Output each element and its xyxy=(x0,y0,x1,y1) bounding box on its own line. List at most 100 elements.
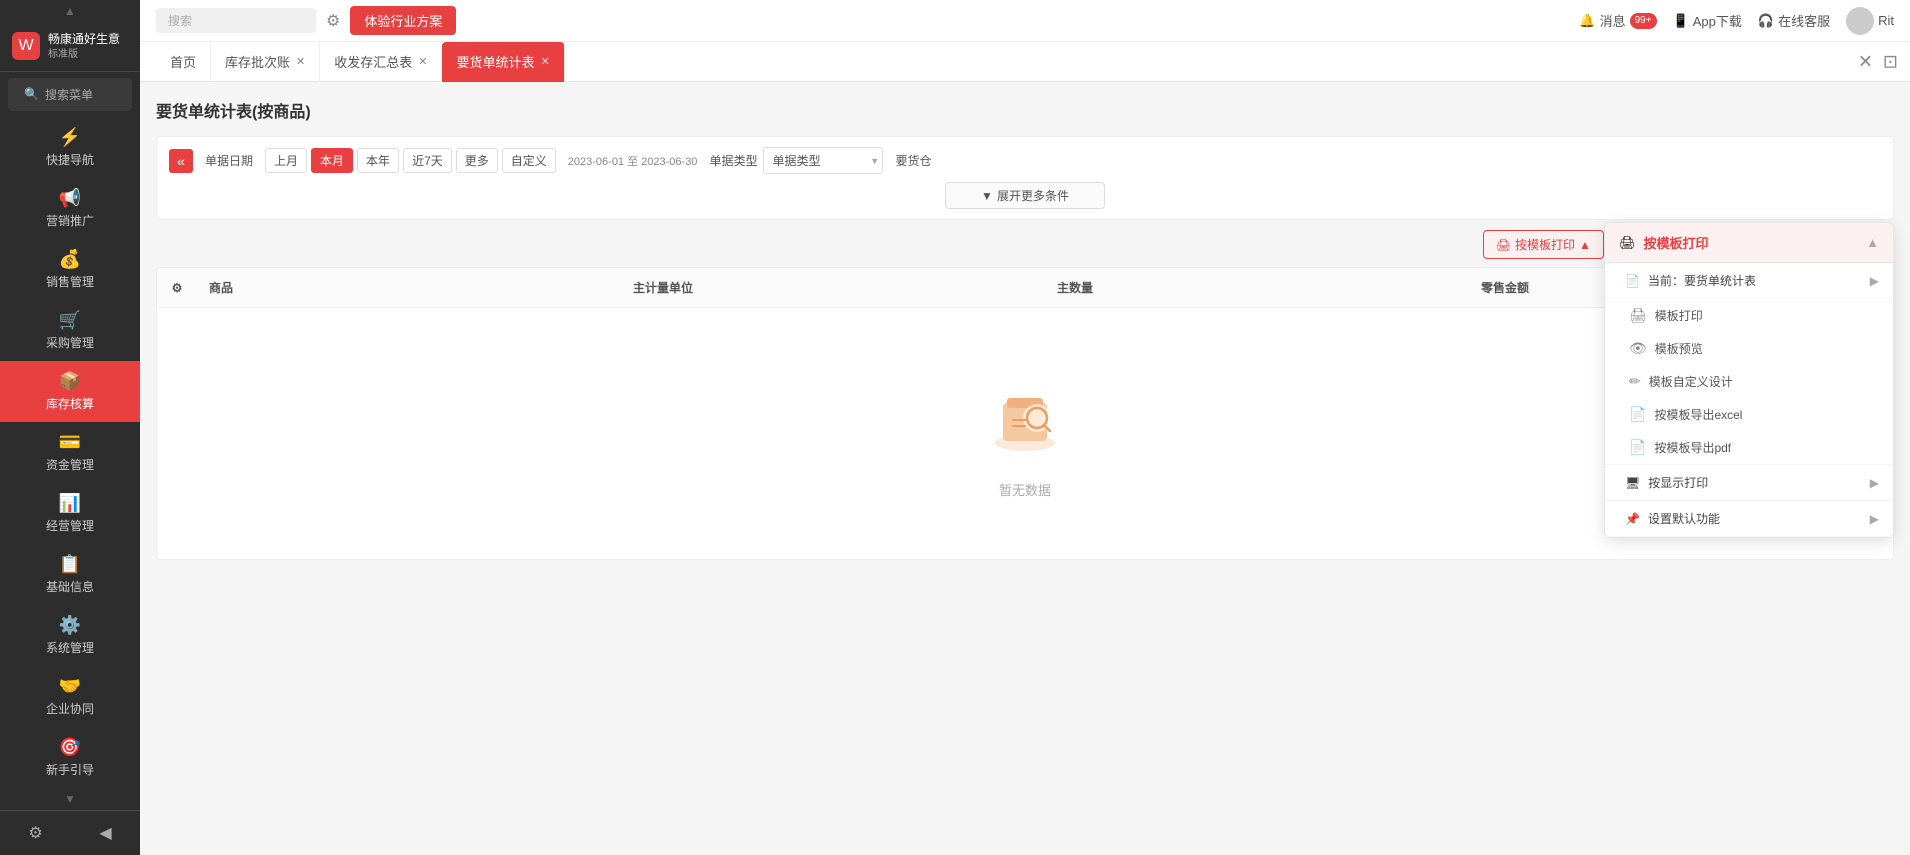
sidebar-scroll-down[interactable]: ▼ xyxy=(0,788,140,810)
dropdown-title: 按模板打印 xyxy=(1644,233,1709,252)
tabbar: 首页 库存批次账 ✕ 收发存汇总表 ✕ 要货单统计表 ✕ ✕ ⊡ xyxy=(140,42,1910,82)
doc-icon: 📄 xyxy=(1625,274,1640,288)
sidebar-item-basic[interactable]: 📋 基础信息 xyxy=(0,544,140,605)
template-preview-icon: 👁 xyxy=(1629,340,1647,357)
date-btn-this-month[interactable]: 本月 xyxy=(311,148,353,173)
sidebar-collapse-btn[interactable]: ◀ xyxy=(95,819,115,847)
sidebar-item-marketing[interactable]: 📢 营销推广 xyxy=(0,178,140,239)
tabbar-actions: ✕ ⊡ xyxy=(1858,51,1898,72)
tab-close-all-icon[interactable]: ✕ xyxy=(1858,51,1873,72)
template-design-icon: ✏ xyxy=(1629,373,1641,390)
sidebar-item-enterprise[interactable]: 🤝 企业协同 xyxy=(0,666,140,727)
topbar-search-box[interactable]: 搜索 xyxy=(156,8,316,33)
chevron-display-print: ▶ xyxy=(1870,476,1879,490)
purchase-icon: 🛒 xyxy=(59,310,81,331)
export-excel-icon: 📄 xyxy=(1629,406,1646,423)
enterprise-icon: 🤝 xyxy=(59,676,81,697)
sidebar-item-quick-nav[interactable]: ⚡ 快捷导航 xyxy=(0,117,140,178)
app-logo-text: 畅康通好生意 标准版 xyxy=(48,32,120,61)
print-template-dropdown: 🖨 按模板打印 ▲ 📄 当前：要货单统计表 ▶ 🖨 xyxy=(1604,222,1894,538)
chevron-right-icon: ▶ xyxy=(1870,274,1879,288)
dropdown-item-export-excel[interactable]: 📄 按模板导出excel xyxy=(1605,398,1893,431)
tab-receipt-summary[interactable]: 收发存汇总表 ✕ xyxy=(320,42,442,82)
dropdown-chevron-up[interactable]: ▲ xyxy=(1866,235,1879,250)
date-btn-this-year[interactable]: 本年 xyxy=(357,148,399,173)
print-template-btn[interactable]: 🖨 按模板打印 ▲ xyxy=(1483,230,1604,259)
bell-icon: 🔔 xyxy=(1579,13,1595,29)
tab-home[interactable]: 首页 xyxy=(156,42,211,82)
filter-row-1: « 单据日期 上月 本月 本年 近7天 更多 自定义 2023-06-01 至 … xyxy=(169,147,1881,174)
sidebar-item-newbie[interactable]: 🎯 新手引导 xyxy=(0,727,140,788)
user-avatar-area[interactable]: Rit xyxy=(1846,7,1894,35)
display-print-icon: 🖥 xyxy=(1625,476,1640,490)
expand-icon: ▼ xyxy=(981,189,993,203)
tab-close-order-stats[interactable]: ✕ xyxy=(541,55,550,68)
th-gear[interactable]: ⚙ xyxy=(157,281,197,295)
main-area: 搜索 ⚙ 体验行业方案 🔔 消息 99+ 📱 App下载 🎧 在线客服 Rit xyxy=(140,0,1910,855)
chevron-default: ▶ xyxy=(1870,512,1879,526)
notification-btn[interactable]: 🔔 消息 99+ xyxy=(1579,11,1656,30)
tab-expand-icon[interactable]: ⊡ xyxy=(1883,51,1898,72)
dropdown-default-item[interactable]: 📌 设置默认功能 ▶ xyxy=(1605,501,1893,536)
sidebar-item-inventory[interactable]: 📦 库存核算 xyxy=(0,361,140,422)
type-select-wrapper: 单据类型 xyxy=(763,147,883,174)
dropdown-item-template-print[interactable]: 🖨 模板打印 xyxy=(1605,299,1893,332)
date-btn-more[interactable]: 更多 xyxy=(456,148,498,173)
filter-expand-btn[interactable]: ▼ 展开更多条件 xyxy=(945,182,1105,209)
dropdown-item-export-pdf[interactable]: 📄 按模板导出pdf xyxy=(1605,431,1893,464)
dropdown-section-items: 🖨 模板打印 👁 模板预览 ✏ 模板自定义设计 📄 按模板导出excel 📄 xyxy=(1605,299,1893,465)
tab-inventory-batch[interactable]: 库存批次账 ✕ xyxy=(211,42,320,82)
quick-nav-icon: ⚡ xyxy=(59,127,81,148)
content-area: 要货单统计表(按商品) « 单据日期 上月 本月 本年 近7天 更多 自定义 2… xyxy=(140,82,1910,855)
online-service-btn[interactable]: 🎧 在线客服 xyxy=(1758,11,1830,30)
dropdown-display-print-item[interactable]: 🖥 按显示打印 ▶ xyxy=(1605,465,1893,500)
trial-btn[interactable]: 体验行业方案 xyxy=(350,6,456,35)
topbar-gear-icon[interactable]: ⚙ xyxy=(326,11,340,31)
sidebar-item-purchase[interactable]: 🛒 采购管理 xyxy=(0,300,140,361)
dropdown-header-left: 🖨 按模板打印 xyxy=(1619,233,1709,252)
tab-order-stats[interactable]: 要货单统计表 ✕ xyxy=(442,42,564,82)
topbar: 搜索 ⚙ 体验行业方案 🔔 消息 99+ 📱 App下载 🎧 在线客服 Rit xyxy=(140,0,1910,42)
dropdown-current-item[interactable]: 📄 当前：要货单统计表 ▶ xyxy=(1605,263,1893,298)
empty-illustration xyxy=(975,368,1075,468)
type-label: 单据类型 xyxy=(709,152,757,169)
sidebar-item-finance[interactable]: 💳 资金管理 xyxy=(0,422,140,483)
printer-icon: 🖨 xyxy=(1496,238,1511,252)
topbar-left: 搜索 ⚙ 体验行业方案 xyxy=(156,6,456,35)
type-select[interactable]: 单据类型 xyxy=(763,147,883,174)
sidebar-item-system[interactable]: ⚙️ 系统管理 xyxy=(0,605,140,666)
date-btn-last-month[interactable]: 上月 xyxy=(265,148,307,173)
newbie-icon: 🎯 xyxy=(59,737,81,758)
dropdown-section-display-print: 🖥 按显示打印 ▶ xyxy=(1605,465,1893,501)
avatar xyxy=(1846,7,1874,35)
sidebar-logo: W 畅康通好生意 标准版 xyxy=(0,22,140,72)
th-qty: 主数量 xyxy=(1045,279,1469,296)
date-btn-last7[interactable]: 近7天 xyxy=(403,148,452,173)
dropdown-item-template-preview[interactable]: 👁 模板预览 xyxy=(1605,332,1893,365)
date-range-display: 2023-06-01 至 2023-06-30 xyxy=(568,153,698,169)
empty-text: 暂无数据 xyxy=(999,480,1051,499)
filter-collapse-btn[interactable]: « xyxy=(169,149,193,173)
th-product: 商品 xyxy=(197,279,621,296)
sidebar-item-sales[interactable]: 💰 销售管理 xyxy=(0,239,140,300)
warehouse-filter: 要货仓 xyxy=(895,152,931,169)
app-download-btn[interactable]: 📱 App下载 xyxy=(1673,11,1742,30)
dropdown-header: 🖨 按模板打印 ▲ xyxy=(1605,223,1893,263)
th-unit: 主计量单位 xyxy=(621,279,1045,296)
date-btn-custom[interactable]: 自定义 xyxy=(502,148,556,173)
tab-close-receipt-summary[interactable]: ✕ xyxy=(418,55,427,68)
search-icon: 🔍 xyxy=(24,87,39,101)
sidebar-search[interactable]: 🔍 搜索菜单 xyxy=(8,78,132,111)
sidebar-settings-btn[interactable]: ⚙ xyxy=(24,819,46,847)
sidebar-scroll-up[interactable]: ▲ xyxy=(0,0,140,22)
sidebar-item-operations[interactable]: 📊 经营管理 xyxy=(0,483,140,544)
dropdown-section-current: 📄 当前：要货单统计表 ▶ xyxy=(1605,263,1893,299)
sidebar: ▲ W 畅康通好生意 标准版 🔍 搜索菜单 ⚡ 快捷导航 📢 营销推广 💰 销售… xyxy=(0,0,140,855)
filter-bar: « 单据日期 上月 本月 本年 近7天 更多 自定义 2023-06-01 至 … xyxy=(156,136,1894,220)
operations-icon: 📊 xyxy=(59,493,81,514)
basic-icon: 📋 xyxy=(59,554,81,575)
default-icon: 📌 xyxy=(1625,512,1640,526)
dropdown-header-actions: ▲ xyxy=(1866,235,1879,250)
tab-close-inventory-batch[interactable]: ✕ xyxy=(296,55,305,68)
dropdown-item-template-design[interactable]: ✏ 模板自定义设计 xyxy=(1605,365,1893,398)
